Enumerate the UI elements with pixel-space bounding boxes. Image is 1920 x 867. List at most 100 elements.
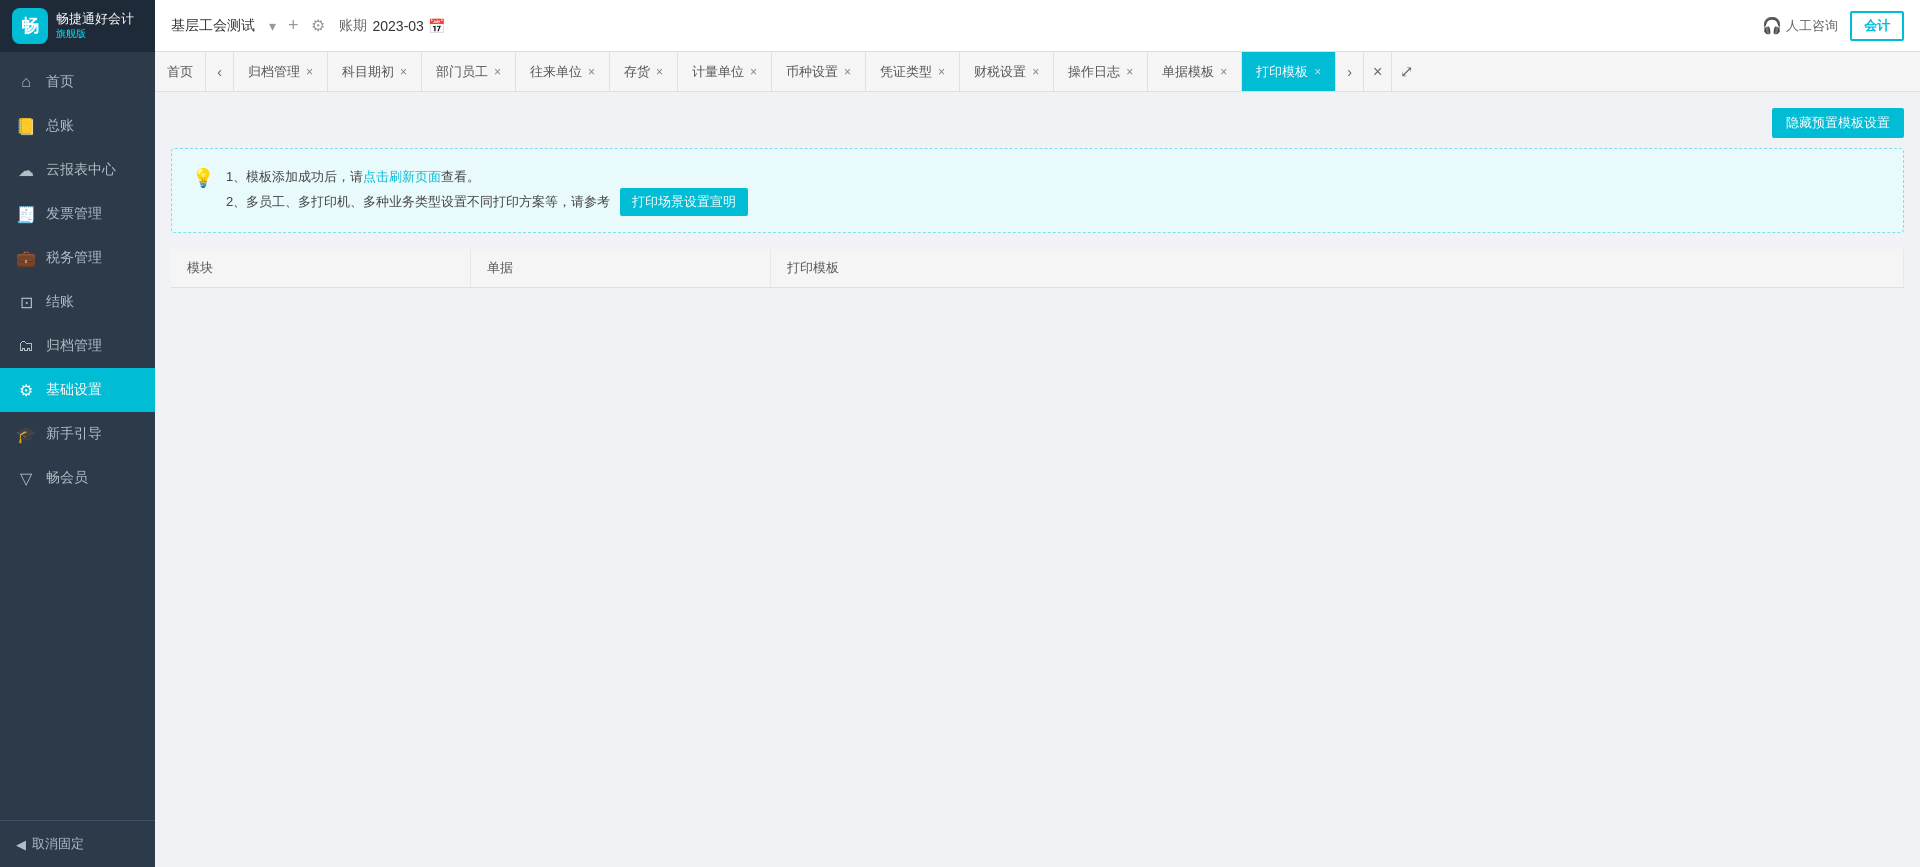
tab-close-subjects[interactable]: × <box>400 65 407 79</box>
customer-service-btn[interactable]: 🎧 人工咨询 <box>1762 16 1838 35</box>
tab-close-print_template[interactable]: × <box>1314 65 1321 79</box>
sidebar-item-archive[interactable]: 🗂 归档管理 <box>0 324 155 368</box>
refresh-link[interactable]: 点击刷新页面 <box>363 169 441 184</box>
tab-archive[interactable]: 归档管理 × <box>234 52 328 92</box>
tab-expand-btn[interactable]: ⤢ <box>1392 52 1420 92</box>
nav-icon-member: ▽ <box>16 468 36 488</box>
unpin-icon: ◀ <box>16 837 26 852</box>
nav-label-archive: 归档管理 <box>46 337 102 355</box>
tab-subjects[interactable]: 科目期初 × <box>328 52 422 92</box>
tab-close-operation_log[interactable]: × <box>1126 65 1133 79</box>
content-area: 隐藏预置模板设置 💡 1、模板添加成功后，请点击刷新页面查看。 2、多员工、多打… <box>155 92 1920 867</box>
nav-label-home: 首页 <box>46 73 74 91</box>
info-line2: 2、多员工、多打印机、多种业务类型设置不同打印方案等，请参考 打印场景设置宣明 <box>226 188 748 216</box>
th-template: 打印模板 <box>771 249 1904 287</box>
tab-close-voucher_type[interactable]: × <box>938 65 945 79</box>
info-line1-suffix: 查看。 <box>441 169 480 184</box>
topbar: 基层工会测试 ▾ + ⚙ 账期 2023-03 📅 🎧 人工咨询 会计 <box>155 0 1920 52</box>
tab-close-single_form[interactable]: × <box>1220 65 1227 79</box>
logo-text-block: 畅捷通好会计 旗舰版 <box>56 11 134 42</box>
nav-icon-settings: ⚙ <box>16 380 36 400</box>
tab-next-btn[interactable]: › <box>1336 52 1364 92</box>
tab-label-units: 计量单位 <box>692 63 744 81</box>
nav-icon-close: ⊡ <box>16 292 36 312</box>
add-company-icon[interactable]: + <box>288 15 299 36</box>
nav-icon-ledger: 📒 <box>16 116 36 136</box>
tab-currency[interactable]: 币种设置 × <box>772 52 866 92</box>
period-calendar-icon: 📅 <box>428 18 445 34</box>
tab-units[interactable]: 计量单位 × <box>678 52 772 92</box>
nav-label-settings: 基础设置 <box>46 381 102 399</box>
nav-icon-reports: ☁ <box>16 160 36 180</box>
company-dropdown-icon[interactable]: ▾ <box>269 18 276 34</box>
sidebar-item-invoice[interactable]: 🧾 发票管理 <box>0 192 155 236</box>
sidebar-item-tax[interactable]: 💼 税务管理 <box>0 236 155 280</box>
tab-close-tax_settings[interactable]: × <box>1032 65 1039 79</box>
tab-voucher_type[interactable]: 凭证类型 × <box>866 52 960 92</box>
sidebar-item-member[interactable]: ▽ 畅会员 <box>0 456 155 500</box>
sidebar-item-close[interactable]: ⊡ 结账 <box>0 280 155 324</box>
topbar-right: 🎧 人工咨询 会计 <box>1762 11 1904 41</box>
nav-label-member: 畅会员 <box>46 469 88 487</box>
hide-template-section: 隐藏预置模板设置 <box>171 108 1904 138</box>
tab-inventory[interactable]: 存货× <box>610 52 678 92</box>
tab-label-operation_log: 操作日志 <box>1068 63 1120 81</box>
nav-label-close: 结账 <box>46 293 74 311</box>
chevron-right-icon: › <box>1347 64 1352 80</box>
tab-close-all-btn[interactable]: × <box>1364 52 1392 92</box>
th-module: 模块 <box>171 249 471 287</box>
lightbulb-icon: 💡 <box>192 167 214 189</box>
tab-prev-btn[interactable]: ‹ <box>206 52 234 92</box>
tab-label-print_template: 打印模板 <box>1256 63 1308 81</box>
tab-close-contacts[interactable]: × <box>588 65 595 79</box>
tab-close-departments[interactable]: × <box>494 65 501 79</box>
tab-label-currency: 币种设置 <box>786 63 838 81</box>
tab-close-currency[interactable]: × <box>844 65 851 79</box>
info-line1: 1、模板添加成功后，请点击刷新页面查看。 <box>226 165 748 188</box>
main-area: 基层工会测试 ▾ + ⚙ 账期 2023-03 📅 🎧 人工咨询 会计 首页‹归… <box>155 0 1920 867</box>
hide-template-btn[interactable]: 隐藏预置模板设置 <box>1772 108 1904 138</box>
sidebar-item-home[interactable]: ⌂ 首页 <box>0 60 155 104</box>
print-setting-btn[interactable]: 打印场景设置宣明 <box>620 188 748 216</box>
nav-icon-archive: 🗂 <box>16 336 36 356</box>
tab-close-inventory[interactable]: × <box>656 65 663 79</box>
tab-departments[interactable]: 部门员工 × <box>422 52 516 92</box>
tab-single_form[interactable]: 单据模板 × <box>1148 52 1242 92</box>
tabbar: 首页‹归档管理×科目期初×部门员工×往来单位×存货×计量单位×币种设置×凭证类型… <box>155 52 1920 92</box>
tab-contacts[interactable]: 往来单位× <box>516 52 610 92</box>
nav-label-guide: 新手引导 <box>46 425 102 443</box>
settings-gear-icon[interactable]: ⚙ <box>311 16 325 35</box>
tab-label-departments: 部门员工 <box>436 63 488 81</box>
data-table: 模块 单据 打印模板 <box>171 249 1904 288</box>
nav-label-reports: 云报表中心 <box>46 161 116 179</box>
company-name[interactable]: 基层工会测试 <box>171 17 255 35</box>
sidebar: 畅 畅捷通好会计 旗舰版 ⌂ 首页 📒 总账 ☁ 云报表中心 🧾 发票管理 💼 … <box>0 0 155 867</box>
sidebar-footer[interactable]: ◀ 取消固定 <box>0 820 155 867</box>
tab-label-tax_settings: 财税设置 <box>974 63 1026 81</box>
tab-label-subjects: 科目期初 <box>342 63 394 81</box>
sidebar-nav: ⌂ 首页 📒 总账 ☁ 云报表中心 🧾 发票管理 💼 税务管理 ⊡ 结账 🗂 归… <box>0 52 155 820</box>
sidebar-logo: 畅 畅捷通好会计 旗舰版 <box>0 0 155 52</box>
tab-tax_settings[interactable]: 财税设置 × <box>960 52 1054 92</box>
sidebar-item-ledger[interactable]: 📒 总账 <box>0 104 155 148</box>
tab-label-single_form: 单据模板 <box>1162 63 1214 81</box>
logo-title: 畅捷通好会计 <box>56 11 134 28</box>
tab-close-units[interactable]: × <box>750 65 757 79</box>
nav-label-tax: 税务管理 <box>46 249 102 267</box>
tab-close-archive[interactable]: × <box>306 65 313 79</box>
nav-icon-invoice: 🧾 <box>16 204 36 224</box>
sidebar-footer-label: 取消固定 <box>32 835 84 853</box>
tab-home[interactable]: 首页 <box>155 52 206 92</box>
period-selector[interactable]: 账期 2023-03 📅 <box>339 17 445 35</box>
nav-icon-home: ⌂ <box>16 72 36 92</box>
sidebar-item-guide[interactable]: 🎓 新手引导 <box>0 412 155 456</box>
sidebar-item-reports[interactable]: ☁ 云报表中心 <box>0 148 155 192</box>
sidebar-item-settings[interactable]: ⚙ 基础设置 <box>0 368 155 412</box>
tab-label-archive: 归档管理 <box>248 63 300 81</box>
expand-icon: ⤢ <box>1400 62 1413 81</box>
tab-operation_log[interactable]: 操作日志 × <box>1054 52 1148 92</box>
accountant-btn[interactable]: 会计 <box>1850 11 1904 41</box>
tab-label-voucher_type: 凭证类型 <box>880 63 932 81</box>
tab-print_template[interactable]: 打印模板 × <box>1242 52 1336 92</box>
customer-service-label: 人工咨询 <box>1786 17 1838 35</box>
